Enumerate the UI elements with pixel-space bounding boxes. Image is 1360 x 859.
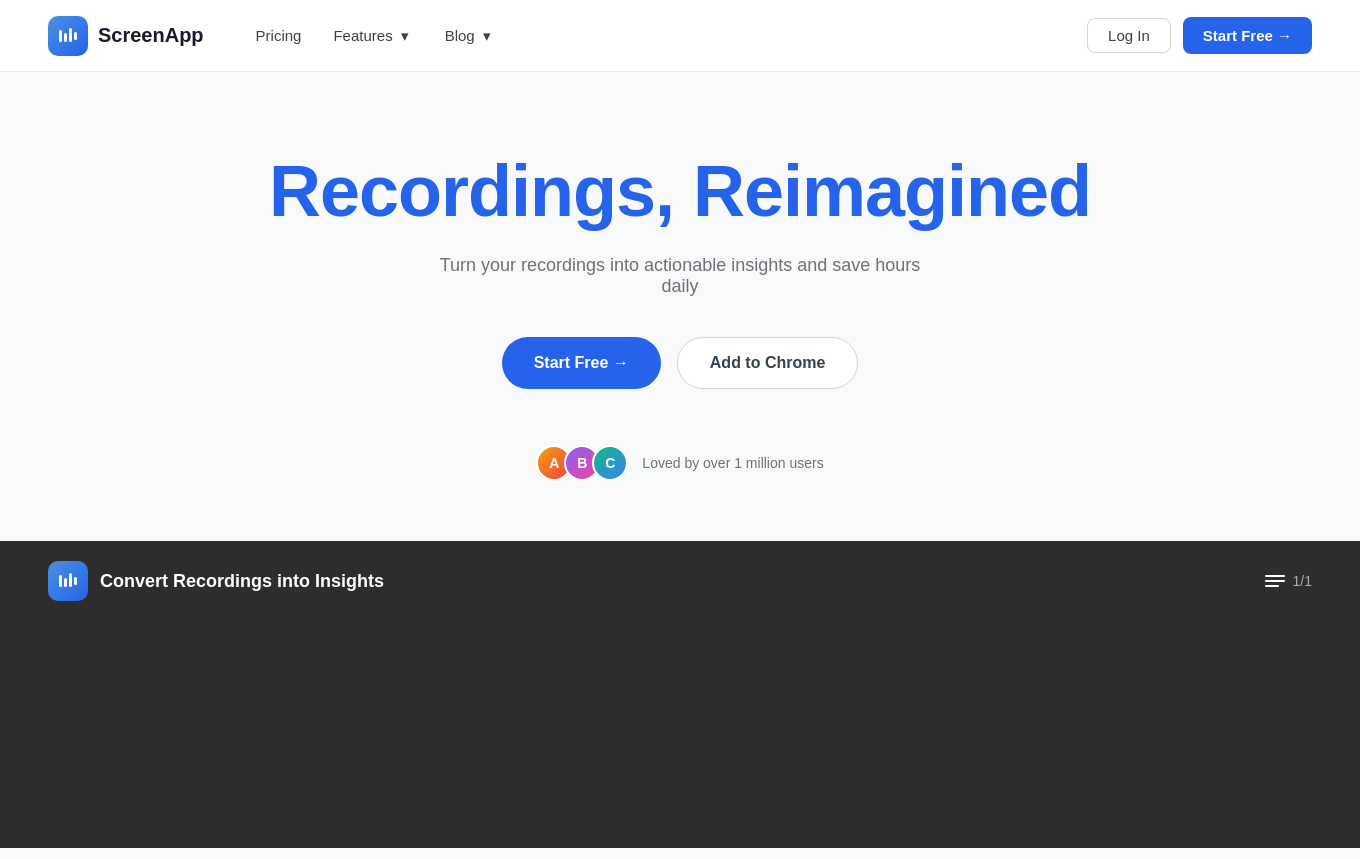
video-section: Convert Recordings into Insights 1/1 — [0, 541, 1360, 848]
video-logo-icon — [48, 561, 88, 601]
menu-line — [1265, 580, 1285, 582]
chevron-down-icon: ▾ — [397, 28, 413, 44]
avatar: C — [592, 445, 628, 481]
svg-rect-7 — [74, 577, 77, 585]
logo-icon — [48, 16, 88, 56]
svg-rect-0 — [59, 30, 62, 42]
menu-line — [1265, 585, 1279, 587]
hero-add-to-chrome-button[interactable]: Add to Chrome — [677, 337, 859, 389]
video-counter: 1/1 — [1293, 573, 1312, 589]
video-controls: 1/1 — [1265, 573, 1312, 589]
avatar-group: A B C — [536, 445, 628, 481]
hero-subtitle: Turn your recordings into actionable ins… — [420, 255, 940, 297]
brand-name: ScreenApp — [98, 24, 204, 47]
svg-rect-6 — [69, 573, 72, 587]
menu-line — [1265, 575, 1285, 577]
hero-buttons: Start Free → Add to Chrome — [502, 337, 859, 389]
svg-rect-5 — [64, 578, 67, 587]
login-button[interactable]: Log In — [1087, 18, 1171, 53]
hero-title: Recordings, Reimagined — [269, 152, 1091, 231]
social-proof-text: Loved by over 1 million users — [642, 455, 823, 471]
start-free-button[interactable]: Start Free → — [1183, 17, 1312, 54]
svg-rect-2 — [69, 28, 72, 42]
navbar-right: Log In Start Free → — [1087, 17, 1312, 54]
nav-blog[interactable]: Blog ▾ — [433, 19, 507, 52]
video-title: Convert Recordings into Insights — [100, 571, 384, 592]
svg-rect-1 — [64, 33, 67, 42]
svg-rect-4 — [59, 575, 62, 587]
social-proof: A B C Loved by over 1 million users — [536, 445, 823, 481]
navbar: ScreenApp Pricing Features ▾ Blog ▾ Log … — [0, 0, 1360, 72]
chevron-down-icon: ▾ — [479, 28, 495, 44]
nav-features[interactable]: Features ▾ — [321, 19, 424, 52]
video-header: Convert Recordings into Insights 1/1 — [48, 561, 1312, 601]
menu-lines-icon[interactable] — [1265, 575, 1285, 587]
logo[interactable]: ScreenApp — [48, 16, 204, 56]
nav-pricing[interactable]: Pricing — [244, 19, 314, 52]
hero-section: Recordings, Reimagined Turn your recordi… — [0, 72, 1360, 541]
svg-rect-3 — [74, 32, 77, 40]
navbar-left: ScreenApp Pricing Features ▾ Blog ▾ — [48, 16, 507, 56]
hero-start-free-button[interactable]: Start Free → — [502, 337, 661, 389]
nav-links: Pricing Features ▾ Blog ▾ — [244, 19, 507, 52]
video-brand: Convert Recordings into Insights — [48, 561, 384, 601]
